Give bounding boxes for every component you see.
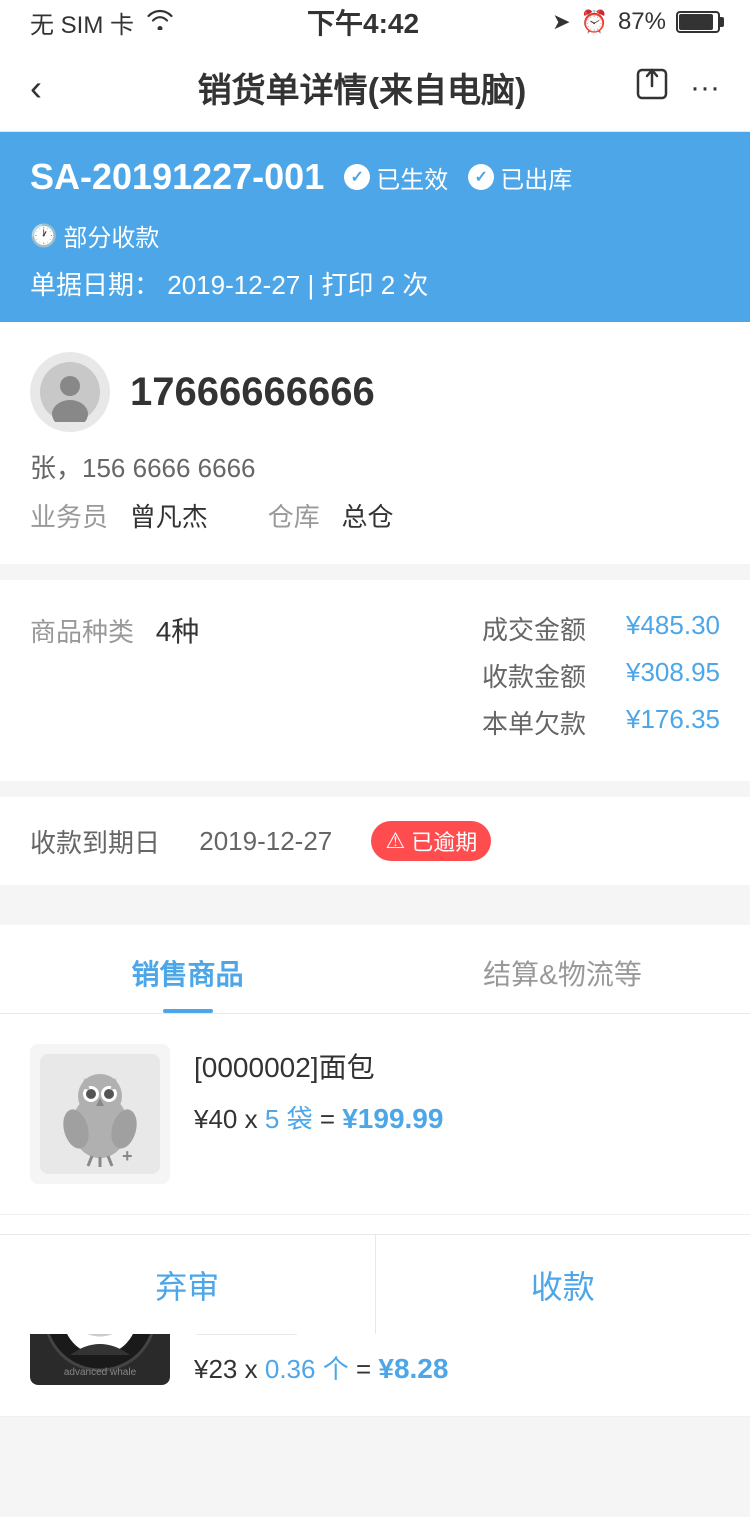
warning-icon: ⚠ [385, 828, 405, 854]
nav-actions: ··· [634, 66, 720, 110]
order-id: SA-20191227-001 [30, 156, 324, 198]
battery-label: 87% [618, 8, 666, 36]
order-header: SA-20191227-001 ✓ 已生效 ✓ 已出库 🕐 部分收款 单据日期：… [0, 132, 750, 322]
divider-3 [0, 885, 750, 909]
status-right: ➤ ⏰ 87% [552, 8, 720, 36]
amount-right: 成交金额 ¥485.30 收款金额 ¥308.95 本单欠款 ¥176.35 [482, 610, 720, 751]
nav-bar: ‹ 销货单详情(来自电脑) ··· [0, 44, 750, 132]
owed-amount-row: 本单欠款 ¥176.35 [482, 704, 720, 741]
check-icon-1: ✓ [344, 164, 370, 190]
list-item: + [0000002]面包 ¥40 x 5 袋 = ¥199.99 [0, 1014, 750, 1215]
tab-settlement[interactable]: 结算&物流等 [375, 925, 750, 1013]
battery-bar [676, 11, 720, 33]
product-price-1: ¥40 x 5 袋 = ¥199.99 [194, 1099, 720, 1136]
carrier-label: 无 SIM 卡 [30, 5, 134, 40]
divider-1 [0, 564, 750, 580]
payment-due-section: 收款到期日 2019-12-27 ⚠ 已逾期 [0, 797, 750, 885]
customer-phone: 17666666666 [130, 370, 375, 415]
check-icon-2: ✓ [468, 164, 494, 190]
tabs-section: 销售商品 结算&物流等 [0, 925, 750, 1014]
payment-due-label: 收款到期日 [30, 823, 160, 860]
status-partial-payment: 🕐 部分收款 [30, 218, 159, 253]
svg-text:advanced whale: advanced whale [64, 1367, 137, 1378]
deal-amount-row: 成交金额 ¥485.30 [482, 610, 720, 647]
sales-info: 业务员 曾凡杰 [30, 497, 208, 534]
warehouse-info: 仓库 总仓 [268, 497, 394, 534]
page-title: 销货单详情(来自电脑) [198, 63, 527, 112]
divider-2 [0, 781, 750, 797]
customer-row: 17666666666 [30, 352, 720, 432]
status-dispatched: ✓ 已出库 [468, 160, 572, 195]
received-amount-row: 收款金额 ¥308.95 [482, 657, 720, 694]
alarm-icon: ⏰ [581, 9, 608, 35]
clock-icon: 🕐 [30, 223, 57, 249]
order-date-row: 单据日期： 2019-12-27 | 打印 2 次 [30, 265, 720, 302]
avatar [30, 352, 110, 432]
back-button[interactable]: ‹ [30, 67, 90, 109]
time-label: 下午4:42 [307, 2, 419, 42]
customer-section: 17666666666 张，156 6666 6666 业务员 曾凡杰 仓库 总… [0, 322, 750, 564]
collect-payment-button[interactable]: 收款 [376, 1235, 750, 1334]
tab-products[interactable]: 销售商品 [0, 925, 375, 1013]
product-thumb-1: + [30, 1044, 170, 1184]
product-list: + [0000002]面包 ¥40 x 5 袋 = ¥199.99 [0, 1014, 750, 1417]
product-price-2: ¥23 x 0.36 个 = ¥8.28 [194, 1349, 720, 1386]
product-info-1: [0000002]面包 ¥40 x 5 袋 = ¥199.99 [194, 1044, 720, 1136]
status-bar: 无 SIM 卡 下午4:42 ➤ ⏰ 87% [0, 0, 750, 44]
category-info: 商品种类 4种 [30, 610, 199, 650]
product-name-1: [0000002]面包 [194, 1048, 720, 1087]
cancel-review-button[interactable]: 弃审 [0, 1235, 376, 1334]
status-left: 无 SIM 卡 [30, 5, 174, 40]
status-effected: ✓ 已生效 [344, 160, 448, 195]
amount-section: 商品种类 4种 成交金额 ¥485.30 收款金额 ¥308.95 本单欠款 ¥… [0, 580, 750, 781]
payment-due-date: 2019-12-27 [199, 826, 332, 857]
customer-name-phone: 张，156 6666 6666 [30, 448, 720, 485]
overdue-badge: ⚠ 已逾期 [371, 821, 491, 861]
more-button[interactable]: ··· [690, 71, 720, 105]
order-id-row: SA-20191227-001 ✓ 已生效 ✓ 已出库 🕐 部分收款 [30, 156, 720, 253]
bottom-bar: 弃审 收款 [0, 1234, 750, 1334]
customer-meta: 业务员 曾凡杰 仓库 总仓 [30, 497, 720, 534]
wifi-icon [146, 8, 174, 37]
location-icon: ➤ [552, 9, 570, 35]
svg-text:+: + [122, 1146, 133, 1166]
share-button[interactable] [634, 66, 670, 110]
